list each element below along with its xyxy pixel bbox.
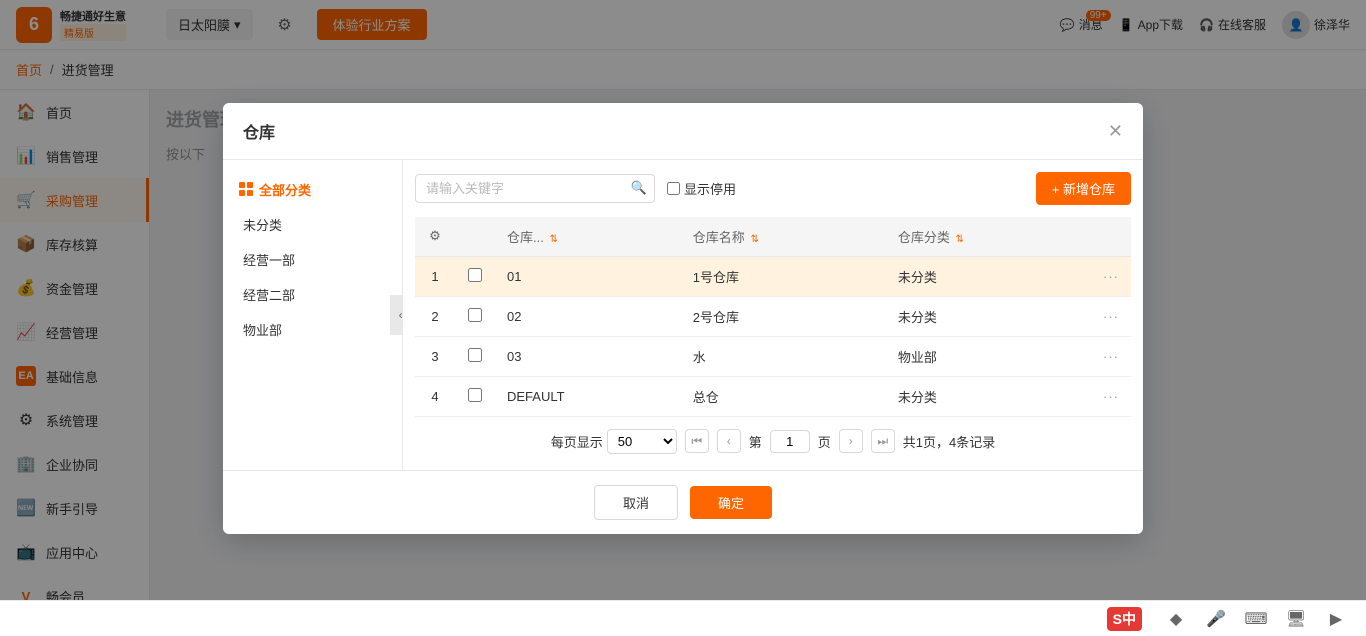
play-icon[interactable]: ▶ (1322, 605, 1350, 633)
col-actions (1091, 217, 1131, 257)
cancel-button[interactable]: 取消 (594, 485, 678, 520)
col-category: 仓库分类 ⇅ (886, 217, 1091, 257)
page-size-select: 每页显示 50 100 200 (551, 429, 677, 454)
category-all-label: 全部分类 (259, 180, 311, 199)
first-page-button[interactable]: ⏮ (685, 429, 709, 453)
row-select-2[interactable] (468, 308, 482, 322)
prev-page-button[interactable]: ‹ (717, 429, 741, 453)
warehouse-table: ⚙ 仓库... ⇅ 仓库名称 ⇅ (415, 217, 1131, 417)
row-code: 02 (495, 296, 681, 336)
search-icon[interactable]: 🔍 (631, 180, 647, 196)
next-page-button[interactable]: › (839, 429, 863, 453)
row-checkbox-cell (455, 256, 495, 296)
add-warehouse-button[interactable]: + 新增仓库 (1036, 172, 1131, 205)
table-toolbar: 🔍 显示停用 + 新增仓库 (415, 172, 1131, 205)
page-word: 第 (749, 432, 762, 451)
gear-icon: ⚙ (429, 228, 441, 243)
row-more[interactable]: ··· (1091, 296, 1131, 336)
row-select-1[interactable] (468, 268, 482, 282)
col-checkbox (455, 217, 495, 257)
row-name: 总仓 (681, 376, 886, 416)
search-input[interactable] (415, 174, 655, 203)
dialog-header: 仓库 ✕ (223, 103, 1143, 160)
cat-item-dept2[interactable]: 经营二部 (223, 277, 402, 312)
sort-icon-name: ⇅ (750, 234, 758, 245)
row-more[interactable]: ··· (1091, 256, 1131, 296)
row-select-4[interactable] (468, 388, 482, 402)
diamond-icon[interactable]: ◆ (1162, 605, 1190, 633)
sort-icon-category: ⇅ (956, 234, 964, 245)
page-input[interactable] (770, 430, 810, 453)
page-unit: 页 (818, 432, 831, 451)
dialog-body: 全部分类 未分类 经营一部 经营二部 物业部 « 🔍 (223, 160, 1143, 470)
table-row[interactable]: 4 DEFAULT 总仓 未分类 ··· (415, 376, 1131, 416)
collapse-panel-button[interactable]: « (390, 295, 403, 335)
show-disabled-label[interactable]: 显示停用 (667, 179, 736, 198)
row-name: 2号仓库 (681, 296, 886, 336)
col-code: 仓库... ⇅ (495, 217, 681, 257)
table-body: 1 01 1号仓库 未分类 ··· 2 (415, 256, 1131, 416)
mic-icon[interactable]: 🎤 (1202, 605, 1230, 633)
row-category: 未分类 (886, 296, 1091, 336)
modal-overlay: 仓库 ✕ 全部分类 未分类 经营一部 经营二部 物业部 (0, 0, 1366, 636)
row-no: 1 (415, 256, 455, 296)
confirm-button[interactable]: 确定 (690, 486, 772, 519)
row-checkbox-cell (455, 336, 495, 376)
row-code: DEFAULT (495, 376, 681, 416)
per-page-label: 每页显示 (551, 432, 603, 451)
table-row[interactable]: 1 01 1号仓库 未分类 ··· (415, 256, 1131, 296)
dialog-title: 仓库 (243, 119, 275, 143)
row-no: 4 (415, 376, 455, 416)
row-category: 未分类 (886, 256, 1091, 296)
row-more[interactable]: ··· (1091, 336, 1131, 376)
row-category: 未分类 (886, 376, 1091, 416)
sort-icon-code: ⇅ (549, 234, 557, 245)
keyboard-icon[interactable]: ⌨ (1242, 605, 1270, 633)
cat-item-unclassified[interactable]: 未分类 (223, 207, 402, 242)
row-more[interactable]: ··· (1091, 376, 1131, 416)
row-checkbox-cell (455, 296, 495, 336)
category-header[interactable]: 全部分类 (223, 172, 402, 207)
row-name: 水 (681, 336, 886, 376)
category-panel: 全部分类 未分类 经营一部 经营二部 物业部 « (223, 160, 403, 470)
bottom-bar: S中 ◆ 🎤 ⌨ 🖥 ▶ (0, 600, 1366, 636)
row-code: 03 (495, 336, 681, 376)
total-label: 共1页，4条记录 (903, 432, 995, 451)
row-code: 01 (495, 256, 681, 296)
row-no: 3 (415, 336, 455, 376)
table-row[interactable]: 2 02 2号仓库 未分类 ··· (415, 296, 1131, 336)
row-no: 2 (415, 296, 455, 336)
row-select-3[interactable] (468, 348, 482, 362)
col-gear: ⚙ (415, 217, 455, 257)
last-page-button[interactable]: ⏭ (871, 429, 895, 453)
row-category: 物业部 (886, 336, 1091, 376)
show-disabled-checkbox[interactable] (667, 182, 680, 195)
row-name: 1号仓库 (681, 256, 886, 296)
monitor-icon[interactable]: 🖥 (1282, 605, 1310, 633)
dialog-footer: 取消 确定 (223, 470, 1143, 534)
table-header: ⚙ 仓库... ⇅ 仓库名称 ⇅ (415, 217, 1131, 257)
table-row[interactable]: 3 03 水 物业部 ··· (415, 336, 1131, 376)
table-panel: 🔍 显示停用 + 新增仓库 ⚙ (403, 160, 1143, 470)
cat-item-dept1[interactable]: 经营一部 (223, 242, 402, 277)
row-checkbox-cell (455, 376, 495, 416)
warehouse-dialog: 仓库 ✕ 全部分类 未分类 经营一部 经营二部 物业部 (223, 103, 1143, 534)
per-page-dropdown[interactable]: 50 100 200 (607, 429, 677, 454)
s-logo: S中 (1107, 607, 1142, 631)
pagination: 每页显示 50 100 200 ⏮ ‹ 第 页 › ⏭ 共1页，4条记录 (415, 417, 1131, 458)
col-name: 仓库名称 ⇅ (681, 217, 886, 257)
cat-item-property[interactable]: 物业部 (223, 312, 402, 347)
table-container: ⚙ 仓库... ⇅ 仓库名称 ⇅ (415, 217, 1131, 417)
search-wrap: 🔍 (415, 174, 655, 203)
grid-icon (239, 182, 253, 196)
close-icon[interactable]: ✕ (1108, 122, 1123, 140)
